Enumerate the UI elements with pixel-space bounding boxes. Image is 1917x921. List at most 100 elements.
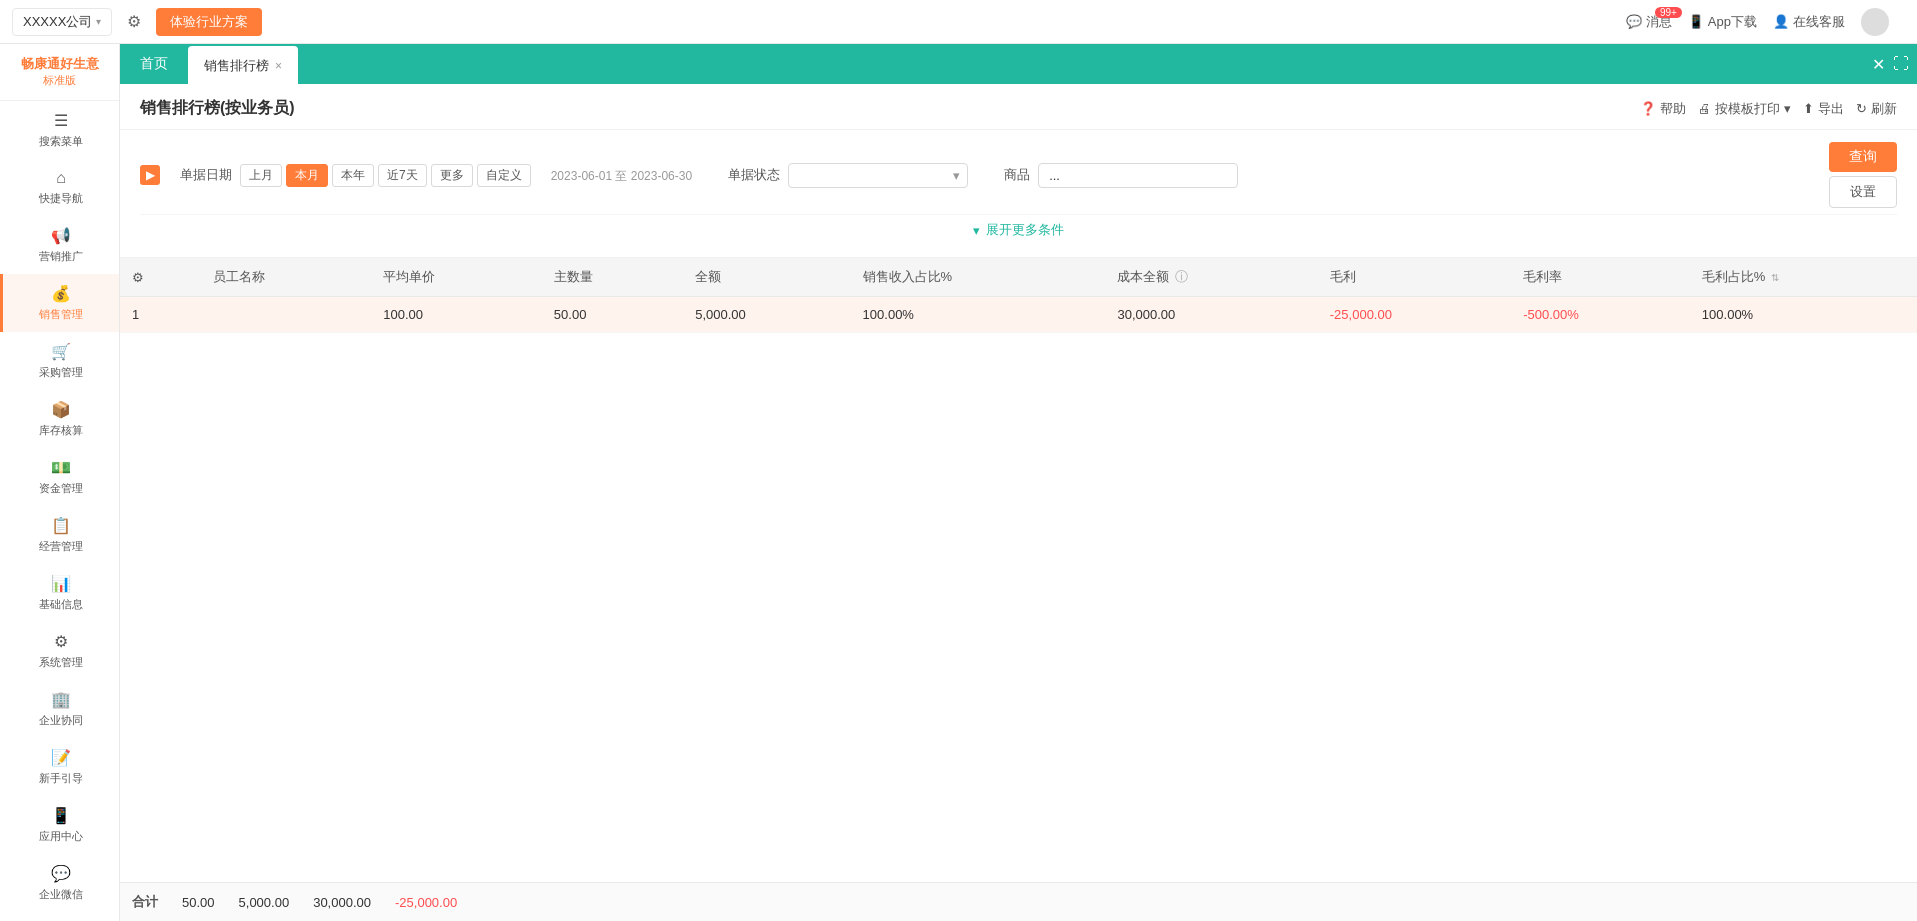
sidebar-label-inventory: 库存核算: [39, 423, 83, 438]
print-button[interactable]: 🖨 按模板打印 ▾: [1698, 100, 1791, 118]
trial-button[interactable]: 体验行业方案: [156, 8, 262, 36]
td-gross-rate: -500.00%: [1511, 297, 1690, 333]
company-name: XXXXX公司: [23, 13, 92, 31]
goods-input[interactable]: [1038, 163, 1238, 188]
marketing-icon: 📢: [51, 226, 71, 245]
filter-actions: 查询 设置: [1829, 142, 1897, 208]
th-cost: 成本全额 ⓘ: [1105, 258, 1317, 297]
date-btn-this-year[interactable]: 本年: [332, 164, 374, 187]
cost-info-icon: ⓘ: [1175, 269, 1188, 284]
date-btn-7days[interactable]: 近7天: [378, 164, 427, 187]
app-download-button[interactable]: 📱 App下载: [1688, 13, 1757, 31]
sidebar-item-enterprise[interactable]: 🏢 企业协同: [0, 680, 119, 738]
status-select-wrap: [788, 163, 968, 188]
table-header: ⚙ 员工名称 平均单价 主数量 全额 销售收入占比% 成本全额 ⓘ: [120, 258, 1917, 297]
table-header-row: ⚙ 员工名称 平均单价 主数量 全额 销售收入占比% 成本全额 ⓘ: [120, 258, 1917, 297]
sidebar-item-inventory[interactable]: 📦 库存核算: [0, 390, 119, 448]
footer-label: 合计: [132, 893, 158, 911]
sidebar-label-wechat: 企业微信: [39, 887, 83, 902]
sidebar-item-finance[interactable]: 💵 资金管理: [0, 448, 119, 506]
td-name: [201, 297, 372, 333]
top-bar-right: 💬 消息 99+ 📱 App下载 👤 在线客服: [1626, 8, 1905, 36]
finance-icon: 💵: [51, 458, 71, 477]
sidebar-item-app-center[interactable]: 📱 应用中心: [0, 796, 119, 854]
sidebar-item-system[interactable]: ⚙ 系统管理: [0, 622, 119, 680]
filter-settings-button[interactable]: 设置: [1829, 176, 1897, 208]
tab-label-sales-ranking: 销售排行榜: [204, 57, 269, 75]
inventory-icon: 📦: [51, 400, 71, 419]
sidebar-item-purchase[interactable]: 🛒 采购管理: [0, 332, 119, 390]
sidebar-label-enterprise: 企业协同: [39, 713, 83, 728]
status-filter: 单据状态: [728, 163, 968, 188]
message-badge: 99+: [1655, 7, 1682, 18]
logo-line1: 畅康通好生意: [21, 56, 99, 73]
top-bar-left: XXXXX公司 ▾ ⚙ 体验行业方案: [12, 8, 1626, 36]
print-label: 按模板打印: [1715, 100, 1780, 118]
tab-home[interactable]: 首页: [120, 44, 188, 84]
tab-close-icon[interactable]: ×: [275, 59, 282, 73]
table-row: 1 100.00 50.00 5,000.00 100.00% 30,000.0…: [120, 297, 1917, 333]
tab-fullscreen-btn[interactable]: ⛶: [1893, 55, 1909, 73]
sidebar-item-quick-nav[interactable]: ⌂ 快捷导航: [0, 159, 119, 216]
sidebar-item-wechat[interactable]: 💬 企业微信: [0, 854, 119, 912]
company-selector[interactable]: XXXXX公司 ▾: [12, 8, 112, 36]
date-range-display: 2023-06-01 至 2023-06-30: [551, 166, 692, 185]
sidebar-item-vip[interactable]: ♛ 畅会员: [0, 912, 119, 921]
company-chevron-icon: ▾: [96, 16, 101, 27]
sidebar-item-marketing[interactable]: 📢 营销推广: [0, 216, 119, 274]
page-content: 销售排行榜(按业务员) ❓ 帮助 🖨 按模板打印 ▾ ⬆: [120, 84, 1917, 921]
th-sales-pct: 销售收入占比%: [851, 258, 1106, 297]
message-button[interactable]: 💬 消息 99+: [1626, 13, 1672, 31]
online-service-button[interactable]: 👤 在线客服: [1773, 13, 1845, 31]
avatar[interactable]: [1861, 8, 1889, 36]
help-button[interactable]: ❓ 帮助: [1640, 100, 1686, 118]
expand-filter[interactable]: ▾ 展开更多条件: [140, 214, 1897, 245]
date-range-text: 2023-06-01 至 2023-06-30: [551, 168, 692, 185]
sales-ranking-table: ⚙ 员工名称 平均单价 主数量 全额 销售收入占比% 成本全额 ⓘ: [120, 258, 1917, 333]
query-button[interactable]: 查询: [1829, 142, 1897, 172]
td-sales-pct: 100.00%: [851, 297, 1106, 333]
status-select[interactable]: [788, 163, 968, 188]
sidebar-item-guide[interactable]: 📝 新手引导: [0, 738, 119, 796]
th-name: 员工名称: [201, 258, 372, 297]
filter-collapse-arrow[interactable]: ▶: [140, 165, 160, 185]
settings-icon-btn[interactable]: ⚙: [120, 8, 148, 36]
sidebar-label-basic-info: 基础信息: [39, 597, 83, 612]
sidebar-item-basic-info[interactable]: 📊 基础信息: [0, 564, 119, 622]
footer-qty: 50.00: [182, 895, 215, 910]
table-footer: 合计 50.00 5,000.00 30,000.00 -25,000.00: [120, 882, 1917, 921]
wechat-icon: 💬: [51, 864, 71, 883]
basic-info-icon: 📊: [51, 574, 71, 593]
sidebar-label-finance: 资金管理: [39, 481, 83, 496]
sidebar-item-search-order[interactable]: ☰ 搜索菜单: [0, 101, 119, 159]
tab-bar: 首页 销售排行榜 × ✕ ⛶: [120, 44, 1917, 84]
sidebar-label-quick-nav: 快捷导航: [39, 191, 83, 206]
table-settings-icon[interactable]: ⚙: [132, 270, 144, 285]
tab-sales-ranking[interactable]: 销售排行榜 ×: [188, 46, 298, 86]
system-icon: ⚙: [54, 632, 68, 651]
guide-icon: 📝: [51, 748, 71, 767]
sidebar: 畅康通好生意 标准版 ☰ 搜索菜单 ⌂ 快捷导航 📢 营销推广 💰 销售管理 🛒…: [0, 44, 120, 921]
footer-total: 5,000.00: [239, 895, 290, 910]
message-icon: 💬: [1626, 14, 1642, 29]
date-btn-more[interactable]: 更多: [431, 164, 473, 187]
date-btn-prev-month[interactable]: 上月: [240, 164, 282, 187]
date-btn-custom[interactable]: 自定义: [477, 164, 531, 187]
export-label: 导出: [1818, 100, 1844, 118]
filter-area: ▶ 单据日期 上月 本月 本年 近7天 更多 自定义: [120, 130, 1917, 258]
service-icon: 👤: [1773, 14, 1789, 29]
export-button[interactable]: ⬆ 导出: [1803, 100, 1844, 118]
sidebar-item-sales[interactable]: 💰 销售管理: [0, 274, 119, 332]
tab-close-all-btn[interactable]: ✕: [1872, 55, 1885, 74]
service-label: 在线客服: [1793, 13, 1845, 31]
date-btn-this-month[interactable]: 本月: [286, 164, 328, 187]
sidebar-item-operations[interactable]: 📋 经营管理: [0, 506, 119, 564]
sidebar-label-purchase: 采购管理: [39, 365, 83, 380]
td-gross: -25,000.00: [1318, 297, 1511, 333]
quick-nav-icon: ⌂: [56, 169, 66, 187]
app-icon: 📱: [1688, 14, 1704, 29]
gross-pct-sort-icon[interactable]: ⇅: [1771, 272, 1779, 283]
footer-gross: -25,000.00: [395, 895, 457, 910]
refresh-button[interactable]: ↻ 刷新: [1856, 100, 1897, 118]
expand-chevron-icon: ▾: [973, 223, 980, 238]
